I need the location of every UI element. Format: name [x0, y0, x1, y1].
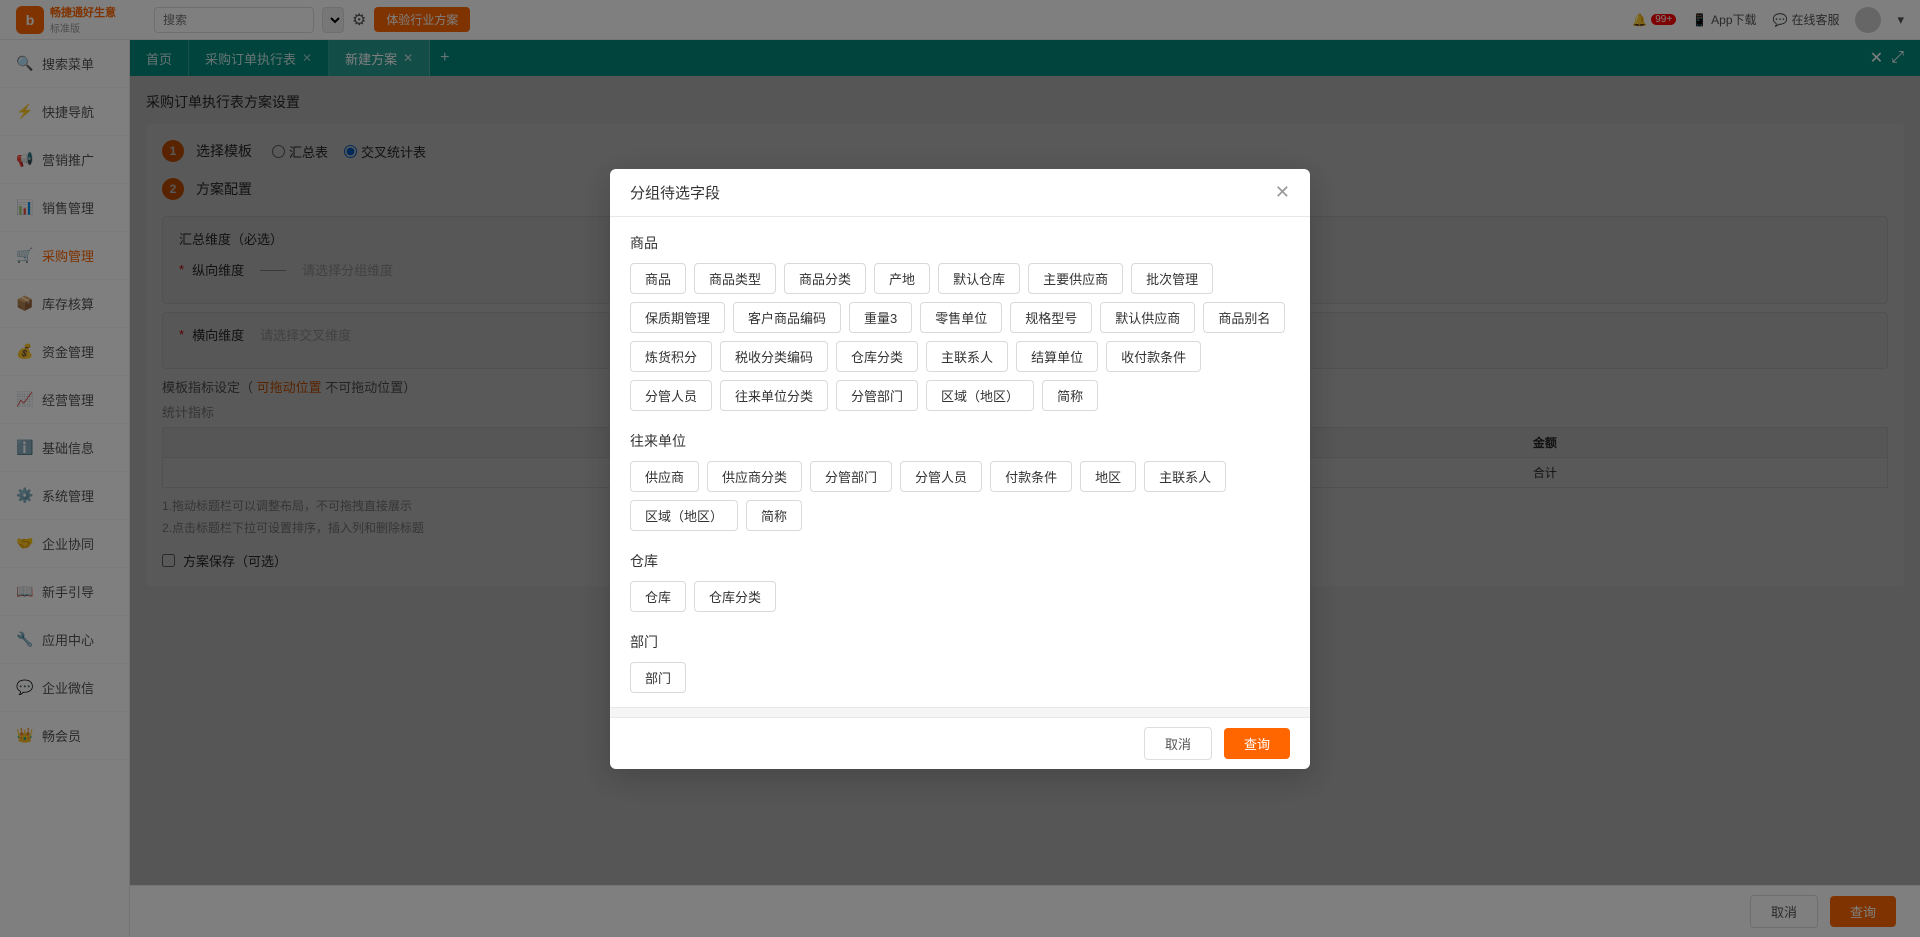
- field-chip-0-23[interactable]: 区域（地区）: [926, 380, 1034, 411]
- modal-cancel-btn[interactable]: 取消: [1144, 727, 1212, 760]
- modal-overlay: 分组待选字段 ✕ 商品商品商品类型商品分类产地默认仓库主要供应商批次管理保质期管…: [0, 0, 1920, 937]
- field-chip-0-18[interactable]: 结算单位: [1016, 341, 1098, 372]
- field-chip-0-2[interactable]: 商品分类: [784, 263, 866, 294]
- field-chip-0-3[interactable]: 产地: [874, 263, 930, 294]
- field-chip-0-20[interactable]: 分管人员: [630, 380, 712, 411]
- field-chip-0-14[interactable]: 炼货积分: [630, 341, 712, 372]
- field-section-title-2: 仓库: [630, 551, 1290, 571]
- modal-close-btn[interactable]: ✕: [1275, 182, 1290, 203]
- field-section-title-3: 部门: [630, 632, 1290, 652]
- field-chip-0-0[interactable]: 商品: [630, 263, 686, 294]
- field-section-title-0: 商品: [630, 233, 1290, 253]
- field-chip-1-6[interactable]: 主联系人: [1144, 461, 1226, 492]
- modal-horizontal-scrollbar[interactable]: [610, 707, 1310, 717]
- field-chip-0-1[interactable]: 商品类型: [694, 263, 776, 294]
- field-chip-3-0[interactable]: 部门: [630, 662, 686, 693]
- field-chip-0-17[interactable]: 主联系人: [926, 341, 1008, 372]
- field-grid-0: 商品商品类型商品分类产地默认仓库主要供应商批次管理保质期管理客户商品编码重量3 零…: [630, 263, 1290, 411]
- field-chip-0-7[interactable]: 保质期管理: [630, 302, 725, 333]
- field-chip-0-22[interactable]: 分管部门: [836, 380, 918, 411]
- modal-dialog: 分组待选字段 ✕ 商品商品商品类型商品分类产地默认仓库主要供应商批次管理保质期管…: [610, 169, 1310, 769]
- modal-header: 分组待选字段 ✕: [610, 169, 1310, 217]
- field-section-0: 商品商品商品类型商品分类产地默认仓库主要供应商批次管理保质期管理客户商品编码重量…: [630, 233, 1290, 411]
- field-grid-2: 仓库仓库分类: [630, 581, 1290, 612]
- field-chip-0-21[interactable]: 往来单位分类: [720, 380, 828, 411]
- field-chip-0-4[interactable]: 默认仓库: [938, 263, 1020, 294]
- field-chip-0-10[interactable]: 零售单位: [920, 302, 1002, 333]
- field-chip-0-24[interactable]: 简称: [1042, 380, 1098, 411]
- field-chip-1-1[interactable]: 供应商分类: [707, 461, 802, 492]
- field-chip-0-13[interactable]: 商品别名: [1203, 302, 1285, 333]
- field-chip-1-7[interactable]: 区域（地区）: [630, 500, 738, 531]
- modal-footer: 取消 查询: [610, 717, 1310, 769]
- field-chip-0-19[interactable]: 收付款条件: [1106, 341, 1201, 372]
- modal-title: 分组待选字段: [630, 182, 720, 203]
- modal-confirm-btn[interactable]: 查询: [1224, 728, 1290, 759]
- field-chip-0-9[interactable]: 重量3: [849, 302, 912, 333]
- modal-body: 商品商品商品类型商品分类产地默认仓库主要供应商批次管理保质期管理客户商品编码重量…: [610, 217, 1310, 707]
- field-chip-0-6[interactable]: 批次管理: [1131, 263, 1213, 294]
- field-grid-3: 部门: [630, 662, 1290, 693]
- field-chip-1-5[interactable]: 地区: [1080, 461, 1136, 492]
- field-section-1: 往来单位供应商供应商分类分管部门分管人员付款条件地区主联系人区域（地区） 简称: [630, 431, 1290, 531]
- field-chip-0-15[interactable]: 税收分类编码: [720, 341, 828, 372]
- field-chip-1-8[interactable]: 简称: [746, 500, 802, 531]
- field-chip-1-3[interactable]: 分管人员: [900, 461, 982, 492]
- field-section-title-1: 往来单位: [630, 431, 1290, 451]
- field-chip-0-5[interactable]: 主要供应商: [1028, 263, 1123, 294]
- field-chip-0-16[interactable]: 仓库分类: [836, 341, 918, 372]
- field-chip-1-2[interactable]: 分管部门: [810, 461, 892, 492]
- field-chip-0-12[interactable]: 默认供应商: [1100, 302, 1195, 333]
- field-chip-2-0[interactable]: 仓库: [630, 581, 686, 612]
- field-chip-0-8[interactable]: 客户商品编码: [733, 302, 841, 333]
- field-chip-1-0[interactable]: 供应商: [630, 461, 699, 492]
- field-chip-1-4[interactable]: 付款条件: [990, 461, 1072, 492]
- field-chip-2-1[interactable]: 仓库分类: [694, 581, 776, 612]
- field-section-2: 仓库仓库仓库分类: [630, 551, 1290, 612]
- field-grid-1: 供应商供应商分类分管部门分管人员付款条件地区主联系人区域（地区） 简称: [630, 461, 1290, 531]
- field-section-3: 部门部门: [630, 632, 1290, 693]
- field-chip-0-11[interactable]: 规格型号: [1010, 302, 1092, 333]
